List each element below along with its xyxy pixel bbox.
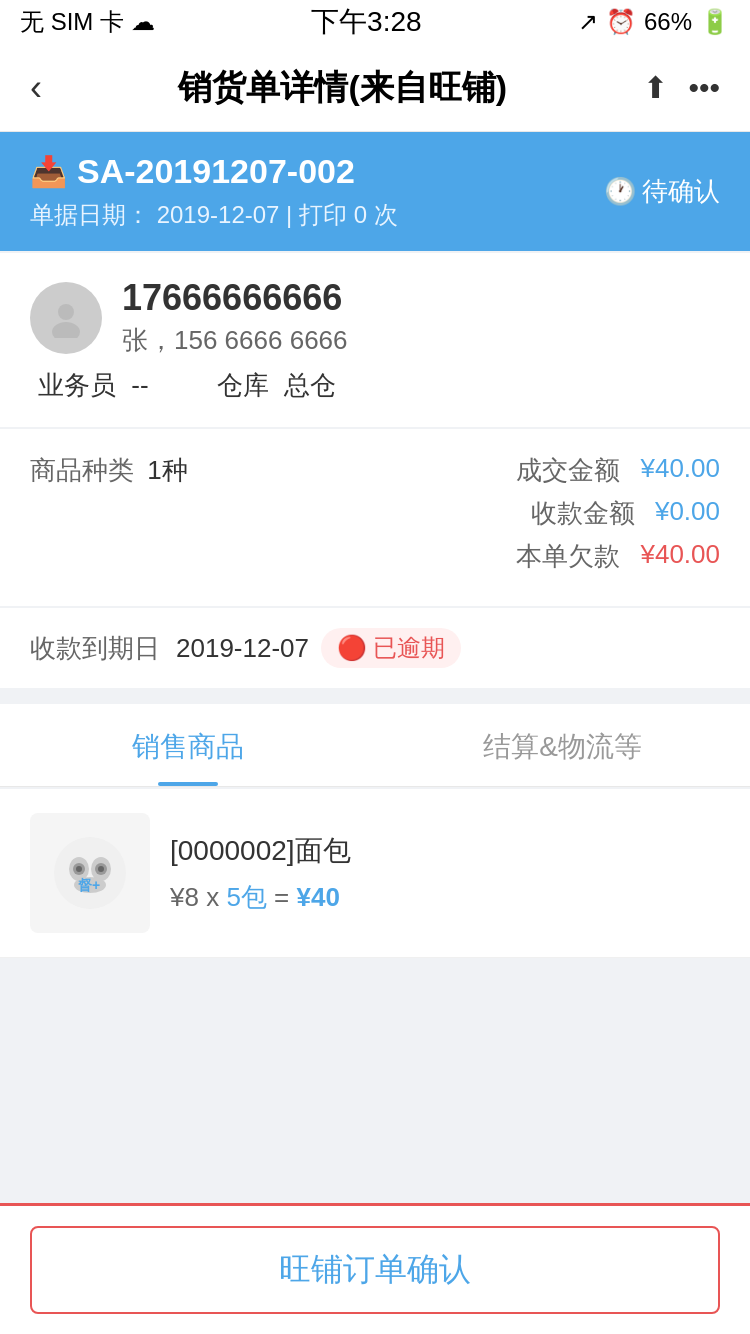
transaction-row: 成交金额 ¥40.00: [516, 453, 720, 488]
order-id: SA-20191207-002: [77, 152, 355, 191]
owed-row: 本单欠款 ¥40.00: [516, 539, 720, 574]
svg-point-2: [54, 837, 126, 909]
inbox-icon: 📥: [30, 154, 67, 189]
svg-point-7: [76, 866, 82, 872]
customer-phone: 17666666666: [122, 277, 348, 319]
share-icon[interactable]: ⬆: [643, 70, 668, 105]
page-title: 销货单详情(来自旺铺): [178, 65, 507, 111]
due-date-label: 收款到期日: [30, 631, 160, 666]
status-left: 无 SIM 卡 ☁: [20, 6, 155, 38]
transaction-label: 成交金额: [516, 453, 620, 488]
sales-info: 业务员 --: [30, 368, 149, 403]
customer-section: 17666666666 张，156 6666 6666 业务员 -- 仓库 总仓: [0, 253, 750, 427]
total-text: ¥40: [296, 882, 339, 912]
warning-icon: 🔴: [337, 634, 367, 662]
product-info: [0000002]面包 ¥8 x 5包 = ¥40: [170, 832, 720, 915]
status-right: ↗ ⏰ 66% 🔋: [578, 8, 730, 36]
customer-details: 17666666666 张，156 6666 6666: [122, 277, 348, 358]
received-label: 收款金额: [531, 496, 635, 531]
order-id-row: 📥 SA-20191207-002: [30, 152, 604, 191]
battery-icon: 🔋: [700, 8, 730, 36]
price-text: ¥8 x: [170, 882, 226, 912]
nav-actions: ⬆ •••: [643, 70, 720, 105]
received-row: 收款金额 ¥0.00: [516, 496, 720, 531]
summary-section: 商品种类 1种 成交金额 ¥40.00 收款金额 ¥0.00 本单欠款 ¥40.…: [0, 429, 750, 606]
qty-text: 5包: [226, 882, 266, 912]
overdue-text: 已逾期: [373, 632, 445, 664]
alarm-icon: ⏰: [606, 8, 636, 36]
owed-label: 本单欠款: [516, 539, 620, 574]
svg-point-8: [98, 866, 104, 872]
svg-point-1: [52, 322, 80, 338]
product-thumbnail: 督+: [30, 813, 150, 933]
product-type-label: 商品种类: [30, 455, 134, 485]
tab-settlement[interactable]: 结算&物流等: [375, 704, 750, 786]
customer-row: 17666666666 张，156 6666 6666: [30, 277, 720, 358]
due-date-value: 2019-12-07: [176, 633, 309, 664]
status-bar: 无 SIM 卡 ☁ 下午3:28 ↗ ⏰ 66% 🔋: [0, 0, 750, 44]
separator-text: =: [267, 882, 297, 912]
sim-text: 无 SIM 卡 ☁: [20, 6, 155, 38]
status-text: 待确认: [642, 174, 720, 209]
clock-icon: 🕐: [604, 176, 636, 207]
svg-point-0: [58, 304, 74, 320]
owed-value: ¥40.00: [640, 539, 720, 574]
product-name: [0000002]面包: [170, 832, 720, 870]
product-price: ¥8 x 5包 = ¥40: [170, 880, 720, 915]
product-type-value: 1种: [147, 455, 187, 485]
location-icon: ↗: [578, 8, 598, 36]
tabs-section: 销售商品 结算&物流等: [0, 704, 750, 787]
tab-settlement-label: 结算&物流等: [483, 731, 642, 762]
nav-bar: ‹ 销货单详情(来自旺铺) ⬆ •••: [0, 44, 750, 132]
battery-text: 66%: [644, 8, 692, 36]
product-type: 商品种类 1种: [30, 453, 188, 488]
customer-name: 张，156 6666 6666: [122, 323, 348, 358]
product-section: 督+ [0000002]面包 ¥8 x 5包 = ¥40: [0, 789, 750, 958]
avatar: [30, 282, 102, 354]
svg-text:督+: 督+: [78, 877, 100, 893]
summary-amounts: 成交金额 ¥40.00 收款金额 ¥0.00 本单欠款 ¥40.00: [516, 453, 720, 582]
more-icon[interactable]: •••: [688, 71, 720, 105]
print-info: | 打印 0 次: [286, 201, 398, 228]
transaction-value: ¥40.00: [640, 453, 720, 488]
date-label: 单据日期：: [30, 201, 150, 228]
customer-meta: 业务员 -- 仓库 总仓: [30, 368, 720, 403]
received-value: ¥0.00: [655, 496, 720, 531]
order-header-left: 📥 SA-20191207-002 单据日期： 2019-12-07 | 打印 …: [30, 152, 604, 231]
warehouse-label: 仓库: [217, 370, 269, 400]
overdue-badge: 🔴 已逾期: [321, 628, 461, 668]
product-item: 督+ [0000002]面包 ¥8 x 5包 = ¥40: [0, 789, 750, 958]
confirm-button[interactable]: 旺铺订单确认: [30, 1226, 720, 1314]
content-spacer: [0, 958, 750, 1158]
bottom-bar: 旺铺订单确认: [0, 1203, 750, 1334]
due-date-section: 收款到期日 2019-12-07 🔴 已逾期: [0, 608, 750, 688]
tab-sales-label: 销售商品: [132, 731, 244, 762]
warehouse-info: 仓库 总仓: [209, 368, 336, 403]
tab-sales-products[interactable]: 销售商品: [0, 704, 375, 786]
clock: 下午3:28: [311, 3, 422, 41]
order-date-row: 单据日期： 2019-12-07 | 打印 0 次: [30, 199, 604, 231]
back-button[interactable]: ‹: [30, 67, 42, 109]
warehouse-value: 总仓: [284, 370, 336, 400]
sales-value: --: [131, 370, 148, 400]
order-date: 2019-12-07: [157, 201, 280, 228]
sales-label: 业务员: [38, 370, 116, 400]
order-header: 📥 SA-20191207-002 单据日期： 2019-12-07 | 打印 …: [0, 132, 750, 251]
order-status: 🕐 待确认: [604, 174, 720, 209]
